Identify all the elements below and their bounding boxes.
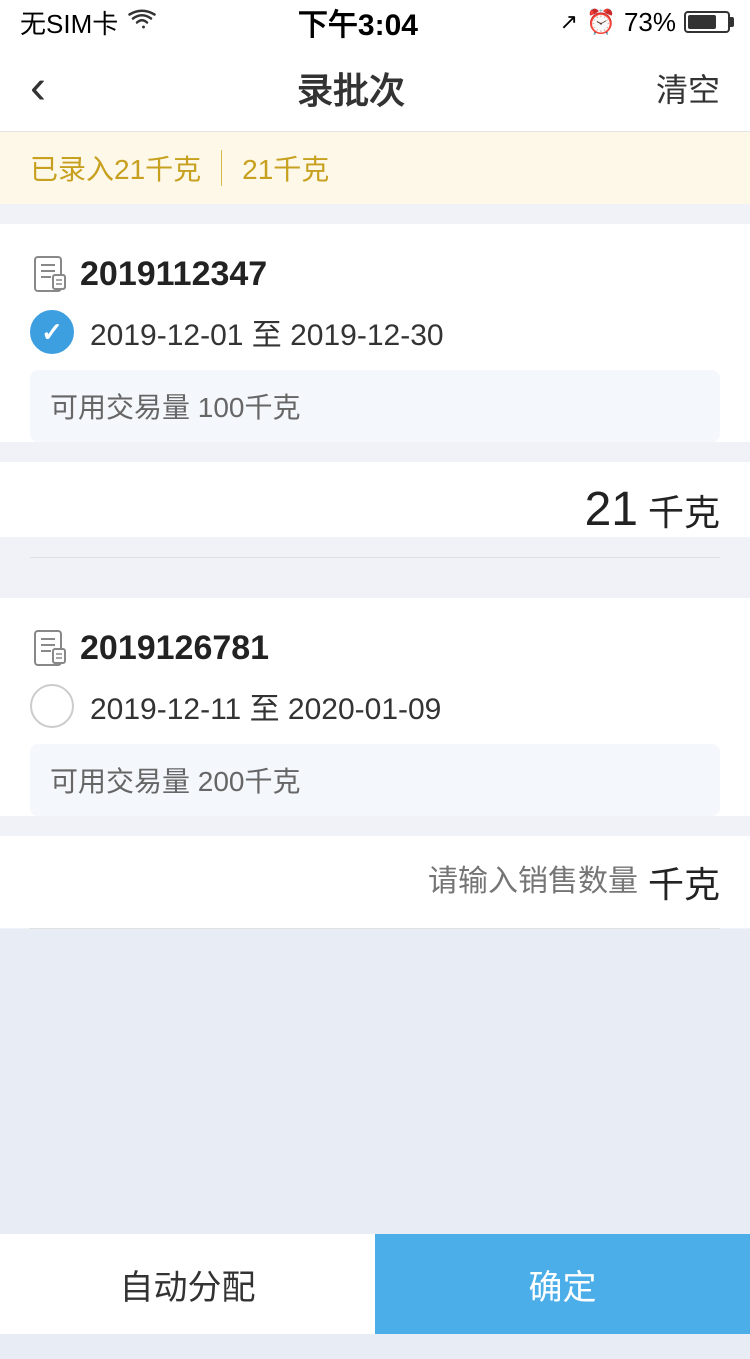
page-title: 录批次 [297,62,405,114]
batch2-date-range: 2019-12-11 至 2020-01-09 [90,684,441,728]
batch2-qty-input[interactable] [30,865,638,899]
location-icon: ↗ [560,9,578,35]
status-bar: 无SIM卡 下午3:04 ↗ ⏰ 73% [0,0,750,44]
batch2-radio-row: 2019-12-11 至 2020-01-09 [30,684,720,728]
batch2-card: 2019126781 2019-12-11 至 2020-01-09 可用交易量… [0,598,750,816]
status-time: 下午3:04 [298,0,418,44]
status-right: ↗ ⏰ 73% [560,7,730,38]
batch1-card: 2019112347 2019-12-01 至 2019-12-30 可用交易量… [0,224,750,442]
nav-bar: ‹ 录批次 清空 [0,44,750,132]
batch1-amount-value: 21 [585,482,638,537]
batch2-radio[interactable] [30,684,74,728]
batch1-radio-row: 2019-12-01 至 2019-12-30 [30,310,720,354]
batch1-radio[interactable] [30,310,74,354]
batch2-qty-unit: 千克 [648,856,720,908]
section-gap-1 [0,558,750,578]
batch2-header: 2019126781 [30,628,720,668]
wifi-icon [128,7,156,38]
batch1-doc-icon [30,254,70,294]
auto-distribute-button[interactable]: 自动分配 [0,1234,375,1334]
batch1-amount-row: 21 千克 [0,462,750,537]
batch2-doc-icon [30,628,70,668]
summary-divider [221,150,222,186]
summary-bar: 已录入21千克 21千克 [0,132,750,204]
confirm-button[interactable]: 确定 [375,1234,750,1334]
battery-icon [684,11,730,33]
batch1-header: 2019112347 [30,254,720,294]
summary-label: 已录入21千克 [30,148,201,188]
clear-button[interactable]: 清空 [656,65,720,111]
back-button[interactable]: ‹ [30,60,46,115]
batch1-date-range: 2019-12-01 至 2019-12-30 [90,310,444,354]
batch1-id: 2019112347 [80,255,267,294]
batch1-amount-unit: 千克 [648,484,720,536]
batch2-avail: 可用交易量 200千克 [30,744,720,816]
batch2-id: 2019126781 [80,629,269,668]
bottom-bar: 自动分配 确定 [0,1234,750,1334]
status-carrier: 无SIM卡 [20,4,156,41]
alarm-icon: ⏰ [586,8,616,37]
batch1-avail: 可用交易量 100千克 [30,370,720,442]
carrier-text: 无SIM卡 [20,4,118,41]
battery-text: 73% [624,7,676,38]
summary-value: 21千克 [242,148,329,188]
batch2-input-row: 千克 [0,836,750,928]
